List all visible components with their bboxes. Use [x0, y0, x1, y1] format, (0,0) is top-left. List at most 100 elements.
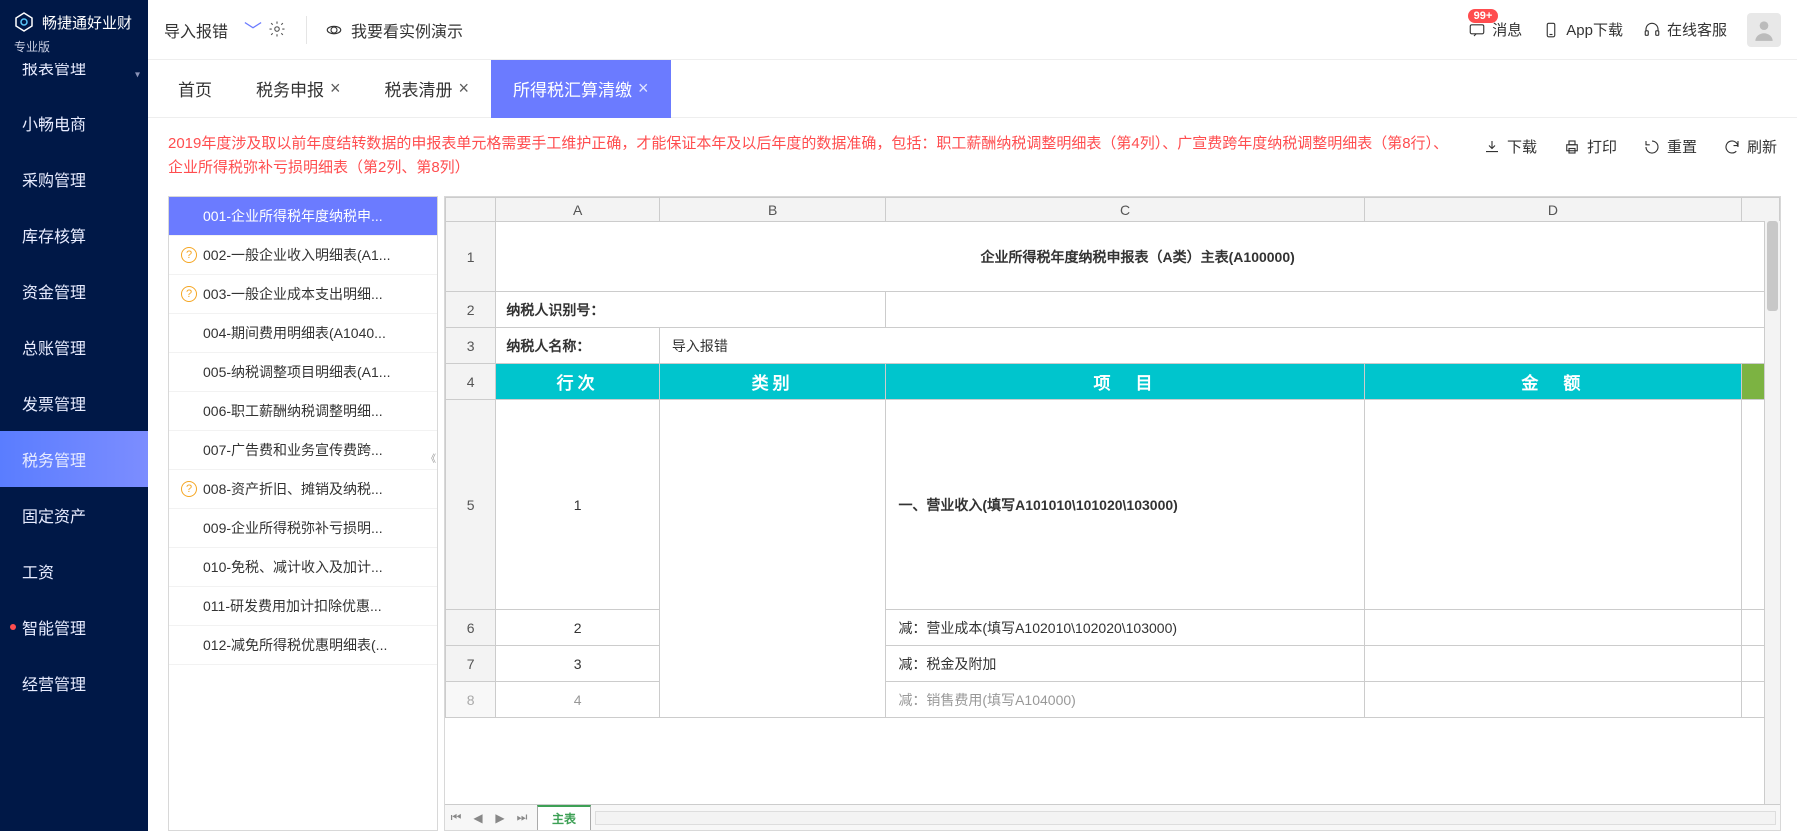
report-item[interactable]: 011-研发费用加计扣除优惠... — [169, 587, 437, 626]
row-header[interactable]: 7 — [446, 646, 496, 682]
refresh-button[interactable]: 刷新 — [1723, 136, 1777, 157]
row-header[interactable]: 2 — [446, 292, 496, 328]
tab-label: 税表清册 — [385, 76, 453, 101]
spreadsheet: A B C D 1 企业所得税年度纳税申报表（A类）主表(A100000) — [444, 196, 1781, 831]
close-icon[interactable]: × — [459, 78, 470, 99]
sheet-prev-icon[interactable]: ◀ — [467, 811, 489, 825]
col-header[interactable]: A — [496, 198, 660, 222]
project-cell[interactable]: 减：营业成本(填写A102010\102020\103000) — [886, 610, 1364, 646]
project-cell[interactable]: 一、营业收入(填写A101010\101020\103000) — [886, 400, 1364, 610]
taxpayer-name-value[interactable]: 导入报错 — [659, 328, 1779, 364]
app-download-button[interactable]: App下载 — [1542, 19, 1623, 40]
sidebar-item[interactable]: 发票管理 — [0, 375, 148, 431]
planet-icon — [325, 21, 343, 39]
row-6: 6 2 减：营业成本(填写A102010\102020\103000) — [446, 610, 1780, 646]
header-line[interactable]: 行次 — [496, 364, 660, 400]
sidebar-item[interactable]: 资金管理 — [0, 263, 148, 319]
report-item[interactable]: 005-纳税调整项目明细表(A1... — [169, 353, 437, 392]
sheet-title[interactable]: 企业所得税年度纳税申报表（A类）主表(A100000) — [496, 222, 1780, 292]
sidebar-item[interactable]: 小畅电商 — [0, 95, 148, 151]
report-item[interactable]: 001-企业所得税年度纳税申... — [169, 197, 437, 236]
sidebar-item[interactable]: 智能管理 — [0, 599, 148, 655]
download-button[interactable]: 下载 — [1483, 136, 1537, 157]
amount-cell[interactable] — [1364, 610, 1742, 646]
horizontal-scrollbar[interactable] — [595, 811, 1776, 825]
report-item-label: 002-一般企业收入明细表(A1... — [203, 247, 390, 263]
print-button[interactable]: 打印 — [1563, 136, 1617, 157]
close-icon[interactable]: × — [330, 78, 341, 99]
message-button[interactable]: 99+ 消息 — [1468, 19, 1522, 40]
taxpayer-name-label[interactable]: 纳税人名称： — [496, 328, 660, 364]
taxpayer-id-label[interactable]: 纳税人识别号： — [496, 292, 886, 328]
amount-cell[interactable] — [1364, 682, 1742, 718]
avatar[interactable] — [1747, 13, 1781, 47]
project-cell[interactable]: 减：税金及附加 — [886, 646, 1364, 682]
amount-cell[interactable] — [1364, 400, 1742, 610]
report-item[interactable]: 010-免税、减计收入及加计... — [169, 548, 437, 587]
col-header[interactable]: D — [1364, 198, 1742, 222]
sidebar-item[interactable]: 税务管理 — [0, 431, 148, 487]
work-area: 《 001-企业所得税年度纳税申...?002-一般企业收入明细表(A1...?… — [148, 190, 1797, 831]
report-item-label: 006-职工薪酬纳税调整明细... — [203, 403, 383, 419]
sidebar-item[interactable]: 报表管理▾ — [0, 63, 148, 95]
header-amount[interactable]: 金 额 — [1364, 364, 1742, 400]
sheet-tab[interactable]: 主表 — [537, 805, 591, 830]
demo-link-label: 我要看实例演示 — [351, 18, 463, 42]
col-header[interactable] — [1742, 198, 1780, 222]
reset-button[interactable]: 重置 — [1643, 136, 1697, 157]
sidebar-item[interactable]: 固定资产 — [0, 487, 148, 543]
sidebar-item[interactable]: 工资 — [0, 543, 148, 599]
report-item-label: 011-研发费用加计扣除优惠... — [203, 598, 382, 614]
row-header[interactable]: 8 — [446, 682, 496, 718]
sheet-next-icon[interactable]: ▶ — [489, 811, 511, 825]
report-item[interactable]: ?008-资产折旧、摊销及纳税... — [169, 470, 437, 509]
line-number[interactable]: 3 — [496, 646, 660, 682]
category-cell[interactable] — [659, 400, 886, 718]
sidebar-item[interactable]: 总账管理 — [0, 319, 148, 375]
report-item[interactable]: 012-减免所得税优惠明细表(... — [169, 626, 437, 665]
sheet-first-icon[interactable]: ⏮ — [445, 810, 467, 825]
chevron-down-icon[interactable]: ﹀ — [238, 17, 268, 43]
sheet-scroll[interactable]: A B C D 1 企业所得税年度纳税申报表（A类）主表(A100000) — [445, 197, 1780, 804]
line-number[interactable]: 2 — [496, 610, 660, 646]
page-tab[interactable]: 首页 — [156, 60, 234, 118]
col-header[interactable]: C — [886, 198, 1364, 222]
report-item[interactable]: 009-企业所得税弥补亏损明... — [169, 509, 437, 548]
org-selector[interactable]: 导入报错 ﹀ — [164, 17, 268, 43]
report-item[interactable]: 007-广告费和业务宣传费跨... — [169, 431, 437, 470]
support-button[interactable]: 在线客服 — [1643, 19, 1727, 40]
demo-link[interactable]: 我要看实例演示 — [325, 18, 463, 42]
amount-cell[interactable] — [1364, 646, 1742, 682]
row-header[interactable]: 1 — [446, 222, 496, 292]
report-item[interactable]: ?003-一般企业成本支出明细... — [169, 275, 437, 314]
row-header[interactable]: 6 — [446, 610, 496, 646]
sheet-last-icon[interactable]: ⏭ — [511, 810, 533, 825]
topbar: 导入报错 ﹀ 我要看实例演示 99+ 消息 App下载 — [148, 0, 1797, 60]
project-cell[interactable]: 减：销售费用(填写A104000) — [886, 682, 1364, 718]
taxpayer-id-value[interactable] — [886, 292, 1780, 328]
row-header[interactable]: 3 — [446, 328, 496, 364]
col-header[interactable]: B — [659, 198, 886, 222]
page-tab[interactable]: 所得税汇算清缴 × — [491, 60, 671, 118]
sheet-table: A B C D 1 企业所得税年度纳税申报表（A类）主表(A100000) — [445, 197, 1780, 718]
chat-icon — [1468, 21, 1486, 39]
row-header[interactable]: 5 — [446, 400, 496, 610]
close-icon[interactable]: × — [638, 78, 649, 99]
row-7: 7 3 减：税金及附加 — [446, 646, 1780, 682]
tab-label: 所得税汇算清缴 — [513, 76, 632, 101]
page-tab[interactable]: 税务申报× — [234, 60, 363, 118]
header-project[interactable]: 项 目 — [886, 364, 1364, 400]
sidebar-item[interactable]: 库存核算 — [0, 207, 148, 263]
sidebar-item[interactable]: 采购管理 — [0, 151, 148, 207]
line-number[interactable]: 1 — [496, 400, 660, 610]
sidebar-item[interactable]: 经营管理 — [0, 655, 148, 711]
vertical-scrollbar[interactable] — [1764, 221, 1780, 804]
header-category[interactable]: 类别 — [659, 364, 886, 400]
gear-icon[interactable] — [268, 20, 288, 40]
page-tab[interactable]: 税表清册 × — [363, 60, 492, 118]
line-number[interactable]: 4 — [496, 682, 660, 718]
report-item[interactable]: 006-职工薪酬纳税调整明细... — [169, 392, 437, 431]
report-item[interactable]: ?002-一般企业收入明细表(A1... — [169, 236, 437, 275]
row-header[interactable]: 4 — [446, 364, 496, 400]
report-item[interactable]: 004-期间费用明细表(A1040... — [169, 314, 437, 353]
